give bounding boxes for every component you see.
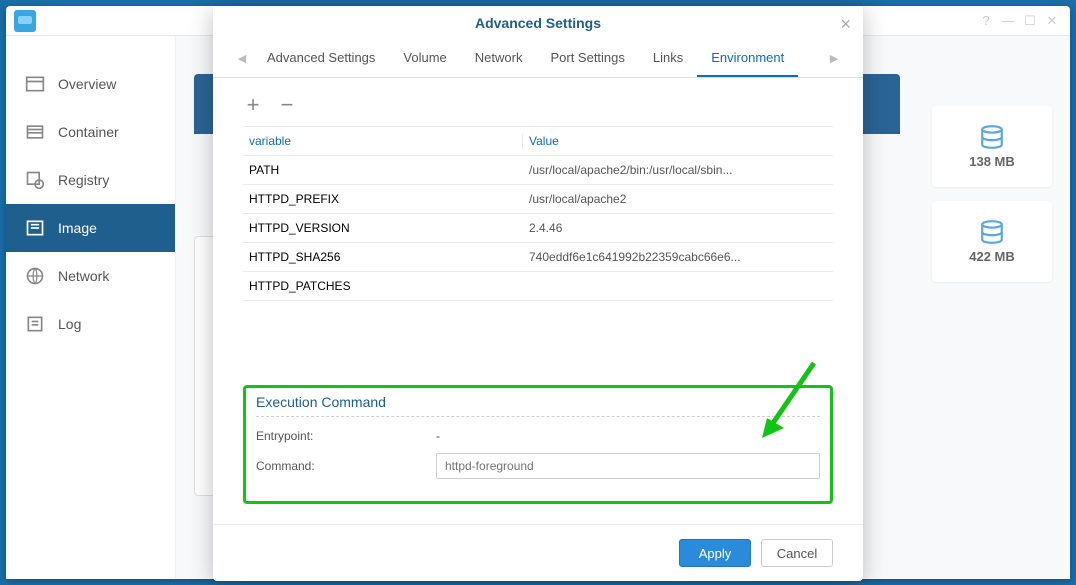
tab-advanced-settings[interactable]: Advanced Settings bbox=[253, 40, 389, 77]
tab-network[interactable]: Network bbox=[461, 40, 537, 77]
remove-row-button[interactable]: − bbox=[277, 96, 297, 116]
modal-header: Advanced Settings × bbox=[213, 6, 863, 40]
tab-scroll-right[interactable]: ▶ bbox=[823, 40, 845, 77]
tabs: Advanced Settings Volume Network Port Se… bbox=[253, 40, 823, 77]
command-row: Command: bbox=[256, 453, 820, 479]
env-header-value[interactable]: Value bbox=[523, 134, 833, 148]
env-variable: HTTPD_VERSION bbox=[243, 221, 523, 235]
command-input[interactable] bbox=[436, 453, 820, 479]
command-label: Command: bbox=[256, 459, 436, 473]
env-variable: PATH bbox=[243, 163, 523, 177]
entrypoint-row: Entrypoint: - bbox=[256, 429, 820, 443]
tab-volume[interactable]: Volume bbox=[389, 40, 460, 77]
env-variable: HTTPD_SHA256 bbox=[243, 250, 523, 264]
env-row[interactable]: HTTPD_PATCHES bbox=[243, 272, 833, 301]
env-row[interactable]: HTTPD_VERSION 2.4.46 bbox=[243, 214, 833, 243]
env-header-row: variable Value bbox=[243, 127, 833, 156]
modal-overlay: Advanced Settings × ◀ Advanced Settings … bbox=[6, 6, 1070, 579]
entrypoint-value: - bbox=[436, 429, 820, 443]
tab-port-settings[interactable]: Port Settings bbox=[536, 40, 638, 77]
env-row[interactable]: HTTPD_SHA256 740eddf6e1c641992b22359cabc… bbox=[243, 243, 833, 272]
env-variable: HTTPD_PATCHES bbox=[243, 279, 523, 293]
env-value: /usr/local/apache2/bin:/usr/local/sbin..… bbox=[523, 163, 833, 177]
entrypoint-label: Entrypoint: bbox=[256, 429, 436, 443]
tab-scroll-left[interactable]: ◀ bbox=[231, 40, 253, 77]
exec-title: Execution Command bbox=[256, 394, 820, 417]
tab-bar: ◀ Advanced Settings Volume Network Port … bbox=[213, 40, 863, 78]
env-value: 2.4.46 bbox=[523, 221, 833, 235]
add-row-button[interactable]: + bbox=[243, 96, 263, 116]
app-window: ? — ☐ ✕ Overview Container Registry Imag… bbox=[6, 6, 1070, 579]
env-variable: HTTPD_PREFIX bbox=[243, 192, 523, 206]
cancel-button[interactable]: Cancel bbox=[761, 539, 833, 567]
env-value: /usr/local/apache2 bbox=[523, 192, 833, 206]
env-row[interactable]: PATH /usr/local/apache2/bin:/usr/local/s… bbox=[243, 156, 833, 185]
env-table: variable Value PATH /usr/local/apache2/b… bbox=[243, 126, 833, 301]
modal-body: + − variable Value PATH /usr/local/apach… bbox=[213, 78, 863, 524]
tab-links[interactable]: Links bbox=[639, 40, 697, 77]
execution-command-block: Execution Command Entrypoint: - Command: bbox=[243, 385, 833, 504]
env-row[interactable]: HTTPD_PREFIX /usr/local/apache2 bbox=[243, 185, 833, 214]
modal-footer: Apply Cancel bbox=[213, 524, 863, 581]
env-header-variable[interactable]: variable bbox=[243, 134, 523, 148]
env-toolbar: + − bbox=[243, 90, 833, 126]
close-icon[interactable]: × bbox=[840, 14, 851, 35]
tab-environment[interactable]: Environment bbox=[697, 40, 798, 77]
env-value: 740eddf6e1c641992b22359cabc66e6... bbox=[523, 250, 833, 264]
apply-button[interactable]: Apply bbox=[679, 539, 751, 567]
advanced-settings-modal: Advanced Settings × ◀ Advanced Settings … bbox=[213, 6, 863, 581]
modal-title: Advanced Settings bbox=[475, 15, 601, 31]
